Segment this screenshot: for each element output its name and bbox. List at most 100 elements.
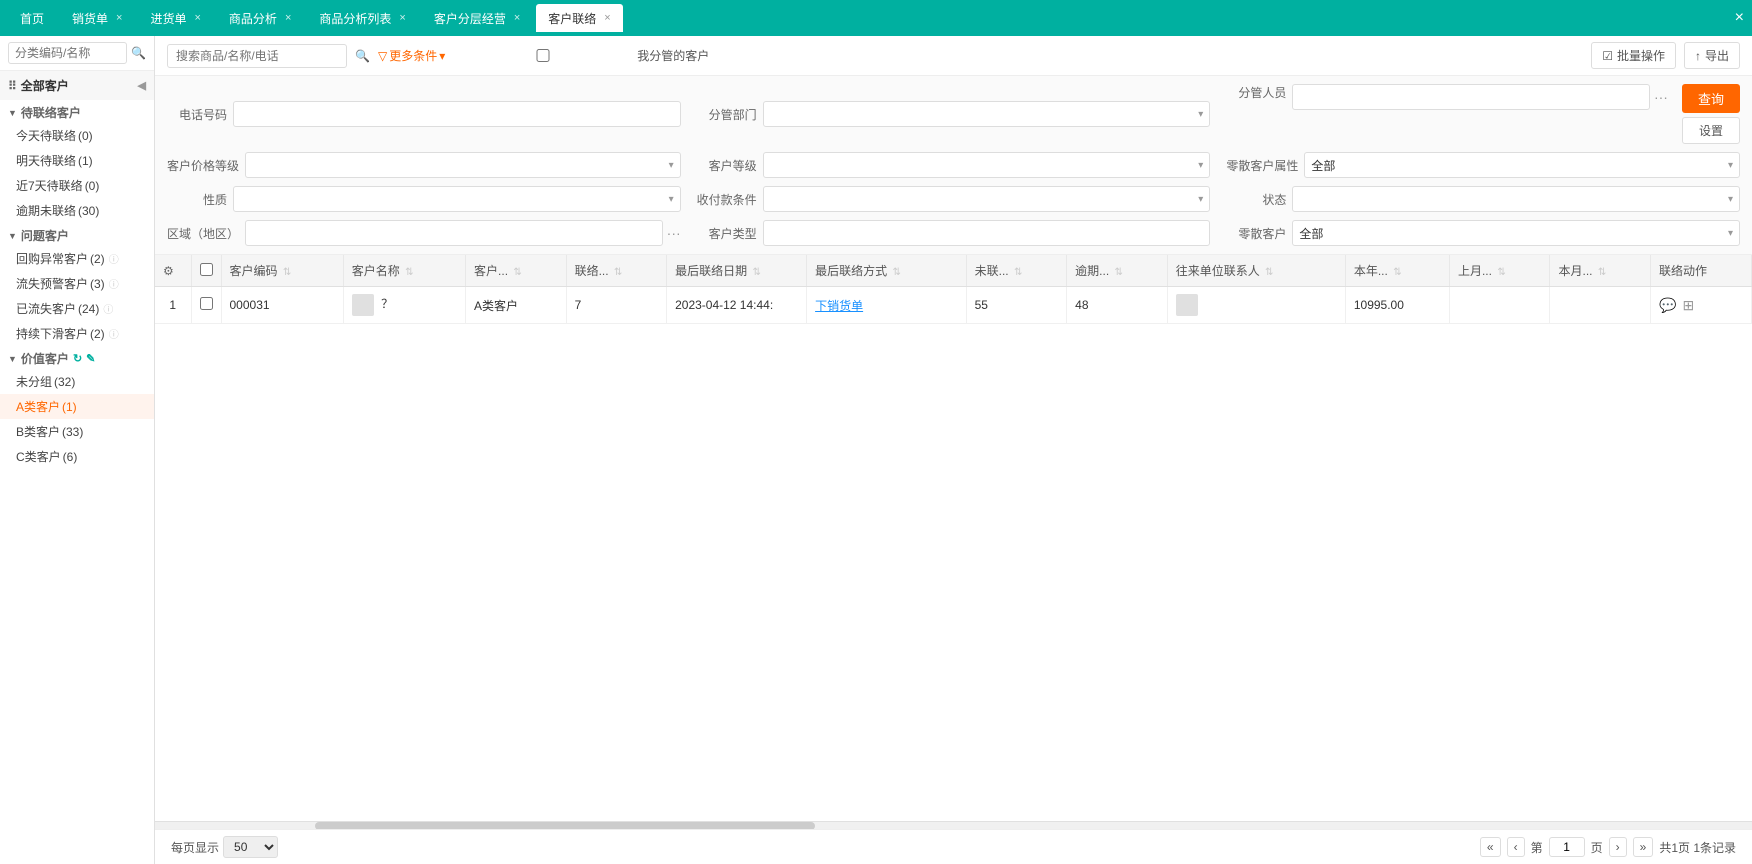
search-icon[interactable]: 🔍 [355, 49, 370, 63]
price-level-label: 客户价格等级 [167, 157, 239, 174]
tab-customer-contact[interactable]: 客户联络 × [536, 4, 622, 32]
setting-button[interactable]: 设置 [1682, 117, 1740, 144]
group-waiting[interactable]: ▼ 待联络客户 [0, 100, 154, 123]
page-input[interactable] [1549, 837, 1585, 857]
close-tab-customer-contact[interactable]: × [604, 12, 610, 24]
retail-select[interactable]: 全部 ▾ [1292, 220, 1740, 246]
phone-input[interactable] [233, 101, 681, 127]
retail-attr-select[interactable]: 全部 ▾ [1304, 152, 1740, 178]
manager-input[interactable] [1292, 84, 1650, 110]
sidebar-item-churned[interactable]: 已流失客户 (24) ⓘ [0, 296, 154, 321]
sidebar-item-class-c[interactable]: C类客户 (6) [0, 444, 154, 469]
price-level-select[interactable]: ▾ [245, 152, 681, 178]
tab-goods-list[interactable]: 商品分析列表 × [307, 4, 417, 32]
col-code: 客户编码 ⇅ [221, 255, 343, 287]
sort-lm-icon[interactable]: ⇅ [1497, 267, 1505, 278]
tab-sales[interactable]: 销货单 × [60, 4, 134, 32]
advanced-filter: 电话号码 分管部门 ▾ 分管人员 ··· [155, 76, 1752, 255]
tab-home[interactable]: 首页 [8, 4, 56, 32]
table-gear-icon[interactable]: ⚙ [163, 264, 174, 278]
sidebar-item-today[interactable]: 今天待联络 (0) [0, 123, 154, 148]
row-index: 1 [155, 287, 191, 324]
manager-ellipsis[interactable]: ··· [1654, 89, 1668, 105]
search-input[interactable] [167, 44, 347, 68]
status-select[interactable]: ▾ [1292, 186, 1740, 212]
group-value[interactable]: ▼ 价值客户 ↻ ✎ [0, 346, 154, 369]
select-all-checkbox[interactable] [200, 263, 213, 276]
group-problem[interactable]: ▼ 问题客户 [0, 223, 154, 246]
tri-icon: ▼ [8, 108, 17, 118]
sort-year-icon[interactable]: ⇅ [1393, 267, 1401, 278]
col-type: 客户... ⇅ [466, 255, 567, 287]
dept-label: 分管部门 [697, 106, 757, 123]
close-tab-customer-layer[interactable]: × [514, 12, 520, 24]
last-method-link[interactable]: 下销货单 [815, 299, 863, 313]
payment-select[interactable]: ▾ [763, 186, 1211, 212]
close-tab-sales[interactable]: × [116, 12, 122, 24]
my-customers-check[interactable] [453, 49, 633, 62]
sidebar-search-input[interactable] [8, 42, 127, 64]
sort-tm-icon[interactable]: ⇅ [1598, 267, 1606, 278]
sidebar-item-class-a[interactable]: A类客户 (1) [0, 394, 154, 419]
customer-level-select[interactable]: ▾ [763, 152, 1211, 178]
prev-page-button[interactable]: ‹ [1507, 837, 1525, 857]
tab-goods-analysis[interactable]: 商品分析 × [217, 4, 303, 32]
sidebar-item-churn-warn[interactable]: 流失预警客户 (3) ⓘ [0, 271, 154, 296]
sidebar-item-abnormal[interactable]: 回购异常客户 (2) ⓘ [0, 246, 154, 271]
export-button[interactable]: ↑ 导出 [1684, 42, 1740, 69]
nature-chevron: ▾ [669, 194, 674, 205]
action-icon-1[interactable]: 💬 [1659, 297, 1676, 314]
sort-method-icon[interactable]: ⇅ [892, 267, 900, 278]
query-button[interactable]: 查询 [1682, 84, 1740, 113]
row-select-checkbox[interactable] [200, 297, 213, 310]
retail-chevron: ▾ [1728, 228, 1733, 239]
dept-select[interactable]: ▾ [763, 101, 1211, 127]
more-conditions-button[interactable]: ▽ 更多条件 ▾ [378, 47, 445, 64]
filter-payment: 收付款条件 ▾ [697, 186, 1211, 212]
last-page-button[interactable]: » [1633, 837, 1654, 857]
action-icon-2[interactable]: ⊞ [1682, 297, 1694, 314]
close-tab-goods-analysis[interactable]: × [285, 12, 291, 24]
my-customers-checkbox[interactable]: 我分管的客户 [453, 47, 709, 64]
all-customers-header[interactable]: ⠿ 全部客户 ◀ [0, 71, 154, 100]
col-unit-contact: 往来单位联系人 ⇅ [1167, 255, 1345, 287]
sidebar-item-declining[interactable]: 持续下滑客户 (2) ⓘ [0, 321, 154, 346]
sort-type-icon[interactable]: ⇅ [513, 267, 521, 278]
next-page-button[interactable]: › [1609, 837, 1627, 857]
close-all-button[interactable]: × [1735, 9, 1744, 27]
sidebar-item-class-b[interactable]: B类客户 (33) [0, 419, 154, 444]
region-input[interactable] [245, 220, 663, 246]
per-page-select[interactable]: 50 100 200 [223, 836, 278, 858]
close-tab-goods-list[interactable]: × [399, 12, 405, 24]
close-tab-purchase[interactable]: × [194, 12, 200, 24]
sort-no-contact-icon[interactable]: ⇅ [1014, 267, 1022, 278]
filter-phone: 电话号码 [167, 84, 681, 144]
customer-type-input[interactable] [763, 220, 1211, 246]
sidebar-search-icon[interactable]: 🔍 [131, 46, 146, 60]
sort-contact-icon[interactable]: ⇅ [614, 267, 622, 278]
tab-customer-layer[interactable]: 客户分层经营 × [422, 4, 532, 32]
sidebar-item-ungroup[interactable]: 未分组 (32) [0, 369, 154, 394]
edit-icon[interactable]: ✎ [86, 352, 95, 365]
tab-purchase[interactable]: 进货单 × [138, 4, 212, 32]
info-icon-churned: ⓘ [103, 301, 113, 316]
sort-code-icon[interactable]: ⇅ [283, 267, 291, 278]
top-nav: 首页 销货单 × 进货单 × 商品分析 × 商品分析列表 × 客户分层经营 × … [0, 0, 1752, 36]
sort-overdue-icon[interactable]: ⇅ [1115, 267, 1123, 278]
first-page-button[interactable]: « [1480, 837, 1501, 857]
row-year-amount: 10995.00 [1345, 287, 1449, 324]
sidebar-item-overdue[interactable]: 逾期未联络 (30) [0, 198, 154, 223]
sort-date-icon[interactable]: ⇅ [752, 267, 760, 278]
sort-name-icon[interactable]: ⇅ [405, 267, 413, 278]
sidebar-item-tomorrow[interactable]: 明天待联络 (1) [0, 148, 154, 173]
sidebar-item-week[interactable]: 近7天待联络 (0) [0, 173, 154, 198]
nature-select[interactable]: ▾ [233, 186, 681, 212]
refresh-icon[interactable]: ↻ [73, 352, 82, 365]
info-icon-churn-warn: ⓘ [109, 276, 119, 291]
region-ellipsis[interactable]: ··· [667, 225, 681, 241]
horizontal-scrollbar[interactable] [155, 821, 1752, 829]
sort-unit-icon[interactable]: ⇅ [1265, 267, 1273, 278]
row-this-month [1550, 287, 1651, 324]
col-last-date: 最后联络日期 ⇅ [667, 255, 807, 287]
batch-ops-button[interactable]: ☑ 批量操作 [1591, 42, 1676, 69]
